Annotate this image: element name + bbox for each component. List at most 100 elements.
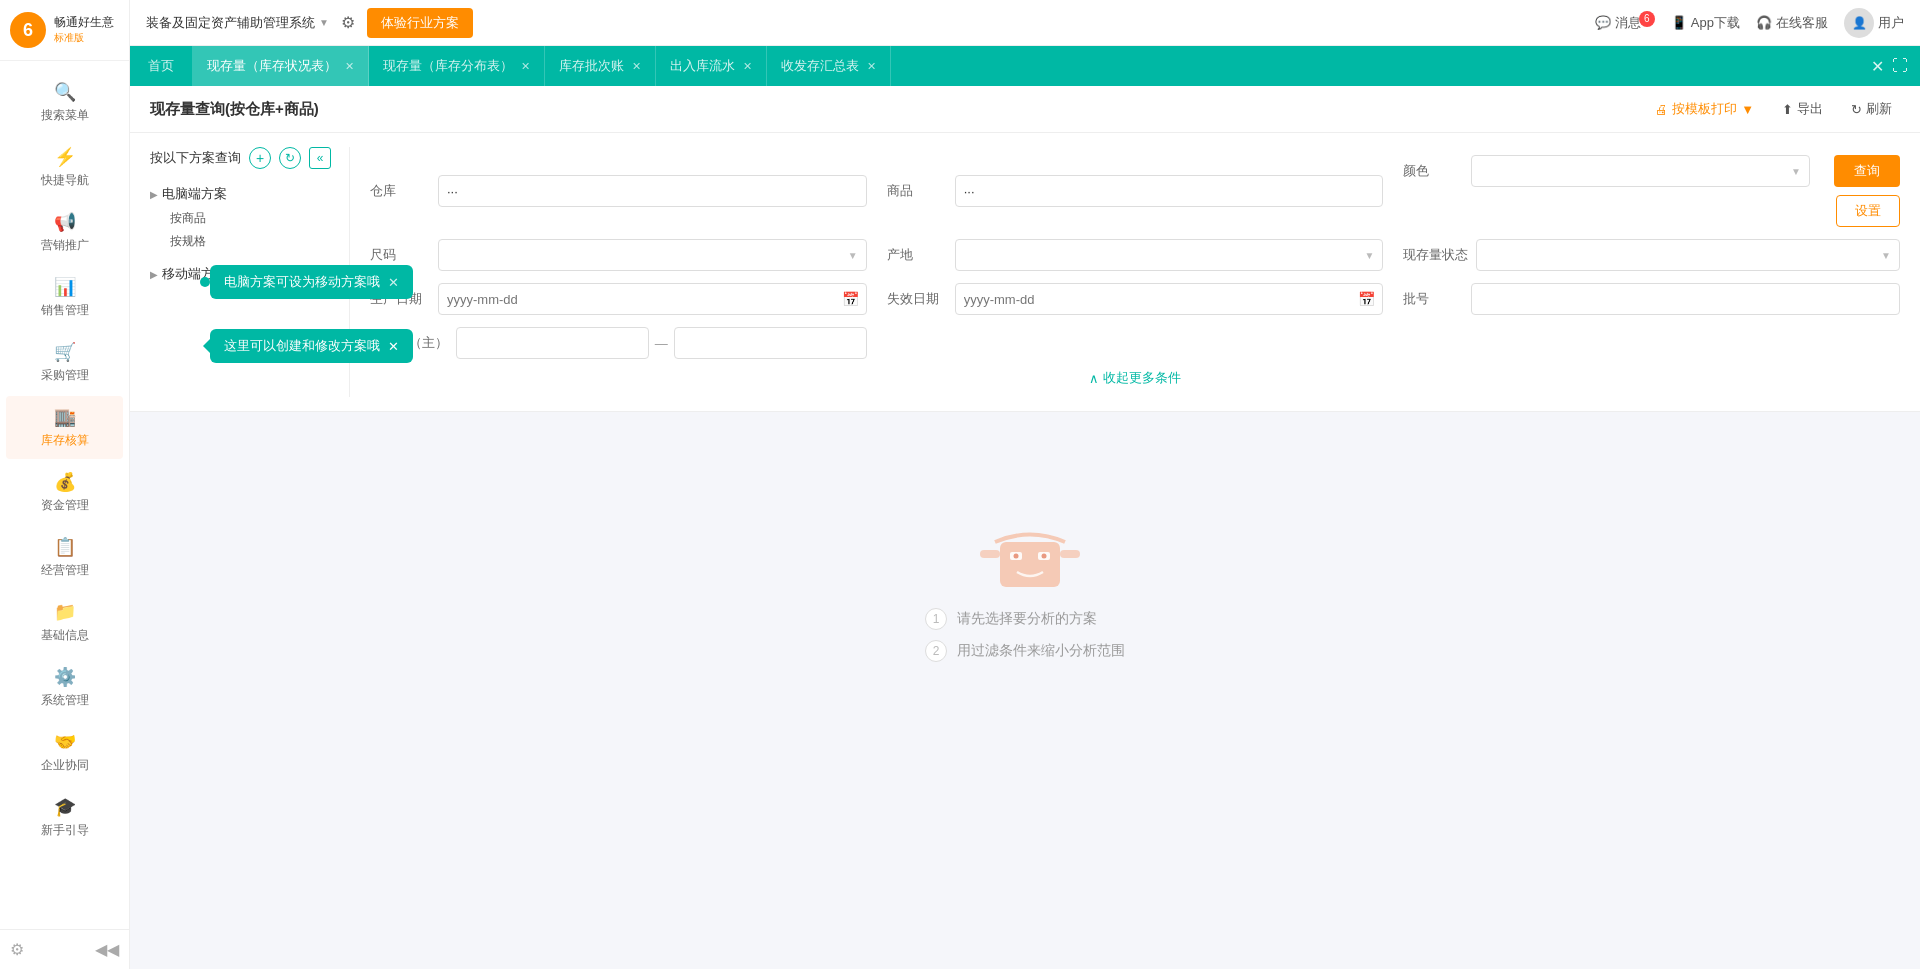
search-icon: 🔍 xyxy=(54,81,76,103)
brand-name: 畅通好生意 xyxy=(54,15,114,31)
desktop-scheme-item[interactable]: ▶ 电脑端方案 xyxy=(150,181,333,207)
sidebar-item-marketing[interactable]: 📢 营销推广 xyxy=(6,201,123,264)
filter-row-stock-main: 现存量（主） — xyxy=(370,327,867,359)
refresh-action[interactable]: ↻ 刷新 xyxy=(1843,96,1900,122)
headset-icon: 🎧 xyxy=(1756,15,1772,30)
sidebar-nav: 🔍 搜索菜单 ⚡ 快捷导航 📢 营销推广 📊 销售管理 🛒 采购管理 🏬 库存核… xyxy=(0,61,129,929)
tab-fullscreen-icon[interactable]: ⛶ xyxy=(1892,57,1908,75)
empty-state: 1 请先选择要分析的方案 2 用过滤条件来缩小分析范围 xyxy=(130,412,1920,742)
main-content: 现存量查询(按仓库+商品) 🖨 按模板打印 ▼ ⬆ 导出 ↻ 刷新 xyxy=(130,86,1920,969)
tab-right-actions: ✕ ⛶ xyxy=(1859,57,1920,76)
logo-area: 6 畅通好生意 标准版 xyxy=(0,0,129,61)
edit-tooltip-text: 这里可以创建和修改方案哦 xyxy=(224,337,380,355)
step-1-text: 请先选择要分析的方案 xyxy=(957,610,1097,628)
sidebar-item-quick-nav[interactable]: ⚡ 快捷导航 xyxy=(6,136,123,199)
tab-home[interactable]: 首页 xyxy=(130,46,193,86)
color-select[interactable]: ▼ xyxy=(1471,155,1810,187)
sidebar-item-operation[interactable]: 📋 经营管理 xyxy=(6,526,123,589)
tab-inout-flow-label: 出入库流水 xyxy=(670,57,735,75)
warehouse-select[interactable]: ··· xyxy=(438,175,867,207)
expiry-date-label: 失效日期 xyxy=(887,290,947,308)
expiry-date-calendar-icon[interactable]: 📅 xyxy=(1358,291,1375,307)
sidebar-item-search-menu[interactable]: 🔍 搜索菜单 xyxy=(6,71,123,134)
tab-inout-flow[interactable]: 出入库流水 ✕ xyxy=(656,46,767,86)
expiry-date-wrap: 📅 xyxy=(955,283,1384,315)
collapse-sidebar-btn[interactable]: ◀◀ xyxy=(95,940,119,959)
action-col: 查询 设置 xyxy=(1818,155,1900,227)
refresh-scheme-btn[interactable]: ↻ xyxy=(279,147,301,169)
empty-step-2: 2 用过滤条件来缩小分析范围 xyxy=(925,640,1125,662)
tab-batch-ledger[interactable]: 库存批次账 ✕ xyxy=(545,46,656,86)
production-date-calendar-icon[interactable]: 📅 xyxy=(842,291,859,307)
stock-main-max-input[interactable] xyxy=(674,327,867,359)
sidebar-item-purchase[interactable]: 🛒 采购管理 xyxy=(6,331,123,394)
sidebar-label-quicknav: 快捷导航 xyxy=(41,172,89,189)
message-badge: 6 xyxy=(1639,11,1655,27)
size-select[interactable]: ▼ xyxy=(438,239,867,271)
trial-button[interactable]: 体验行业方案 xyxy=(367,8,473,38)
sidebar-item-basic[interactable]: 📁 基础信息 xyxy=(6,591,123,654)
tab-close-inout-flow[interactable]: ✕ xyxy=(743,60,752,73)
system-selector[interactable]: 装备及固定资产辅助管理系统 ▼ xyxy=(146,14,329,32)
print-action[interactable]: 🖨 按模板打印 ▼ xyxy=(1647,96,1762,122)
scheme-by-product[interactable]: 按商品 xyxy=(170,207,333,230)
app-download-label: App下载 xyxy=(1691,14,1740,32)
tab-receive-summary[interactable]: 收发存汇总表 ✕ xyxy=(767,46,891,86)
app-download-action[interactable]: 📱 App下载 xyxy=(1671,14,1740,32)
add-scheme-btn[interactable]: + xyxy=(249,147,271,169)
reset-button[interactable]: 设置 xyxy=(1836,195,1900,227)
sidebar-label-system: 系统管理 xyxy=(41,692,89,709)
search-button[interactable]: 查询 xyxy=(1834,155,1900,187)
color-label: 颜色 xyxy=(1403,162,1463,180)
tab-close-receive-summary[interactable]: ✕ xyxy=(867,60,876,73)
scheme-by-spec[interactable]: 按规格 xyxy=(170,230,333,253)
size-label: 尺码 xyxy=(370,246,430,264)
expiry-date-input[interactable] xyxy=(955,283,1384,315)
tab-close-all-icon[interactable]: ✕ xyxy=(1871,57,1884,76)
batch-no-input[interactable] xyxy=(1471,283,1900,315)
print-icon: 🖨 xyxy=(1655,102,1668,117)
store-icon: 🏬 xyxy=(54,406,76,428)
tab-close-batch-ledger[interactable]: ✕ xyxy=(632,60,641,73)
filter-header: 按以下方案查询 + ↻ « xyxy=(150,147,333,169)
filter-row-product: 商品 ··· xyxy=(887,155,1384,227)
scheme-tooltip-close[interactable]: ✕ xyxy=(388,275,399,290)
tab-close-inventory-status[interactable]: ✕ xyxy=(345,60,354,73)
header-settings-icon[interactable]: ⚙ xyxy=(341,13,355,32)
sidebar-item-enterprise[interactable]: 🤝 企业协同 xyxy=(6,721,123,784)
stock-main-min-input[interactable] xyxy=(456,327,649,359)
back-scheme-btn[interactable]: « xyxy=(309,147,331,169)
collapse-button[interactable]: ∧ 收起更多条件 xyxy=(1089,369,1181,387)
product-select[interactable]: ··· xyxy=(955,175,1384,207)
filter-row-size: 尺码 ▼ xyxy=(370,239,867,271)
edit-tooltip-close[interactable]: ✕ xyxy=(388,339,399,354)
user-action[interactable]: 👤 用户 xyxy=(1844,8,1904,38)
stock-status-select[interactable]: ▼ xyxy=(1476,239,1900,271)
origin-select[interactable]: ▼ xyxy=(955,239,1384,271)
brand-badge: 标准版 xyxy=(54,31,114,45)
message-action[interactable]: 💬 消息 6 xyxy=(1595,14,1655,32)
selector-chevron-icon: ▼ xyxy=(319,17,329,28)
sidebar-item-system[interactable]: ⚙️ 系统管理 xyxy=(6,656,123,719)
svg-point-5 xyxy=(1014,554,1019,559)
sidebar-item-finance[interactable]: 💰 资金管理 xyxy=(6,461,123,524)
page-actions: 🖨 按模板打印 ▼ ⬆ 导出 ↻ 刷新 xyxy=(1647,96,1900,122)
handshake-icon: 🤝 xyxy=(54,731,76,753)
tab-bar: 首页 现存量（库存状况表） ✕ 现存量（库存分布表） ✕ 库存批次账 ✕ 出入库… xyxy=(130,46,1920,86)
production-date-input[interactable] xyxy=(438,283,867,315)
online-service-action[interactable]: 🎧 在线客服 xyxy=(1756,14,1828,32)
tab-close-inventory-dist[interactable]: ✕ xyxy=(521,60,530,73)
sidebar-label-enterprise: 企业协同 xyxy=(41,757,89,774)
settings-bottom-icon[interactable]: ⚙ xyxy=(10,940,24,959)
sidebar-item-sales[interactable]: 📊 销售管理 xyxy=(6,266,123,329)
tab-inventory-status[interactable]: 现存量（库存状况表） ✕ xyxy=(193,46,369,86)
tab-home-label: 首页 xyxy=(148,57,174,75)
tab-inventory-dist[interactable]: 现存量（库存分布表） ✕ xyxy=(369,46,545,86)
export-action[interactable]: ⬆ 导出 xyxy=(1774,96,1831,122)
top-header: 装备及固定资产辅助管理系统 ▼ ⚙ 体验行业方案 💬 消息 6 📱 App下载 … xyxy=(130,0,1920,46)
clipboard-icon: 📋 xyxy=(54,536,76,558)
money-icon: 💰 xyxy=(54,471,76,493)
step-num-2: 2 xyxy=(925,640,947,662)
sidebar-item-guide[interactable]: 🎓 新手引导 xyxy=(6,786,123,849)
sidebar-item-inventory[interactable]: 🏬 库存核算 xyxy=(6,396,123,459)
